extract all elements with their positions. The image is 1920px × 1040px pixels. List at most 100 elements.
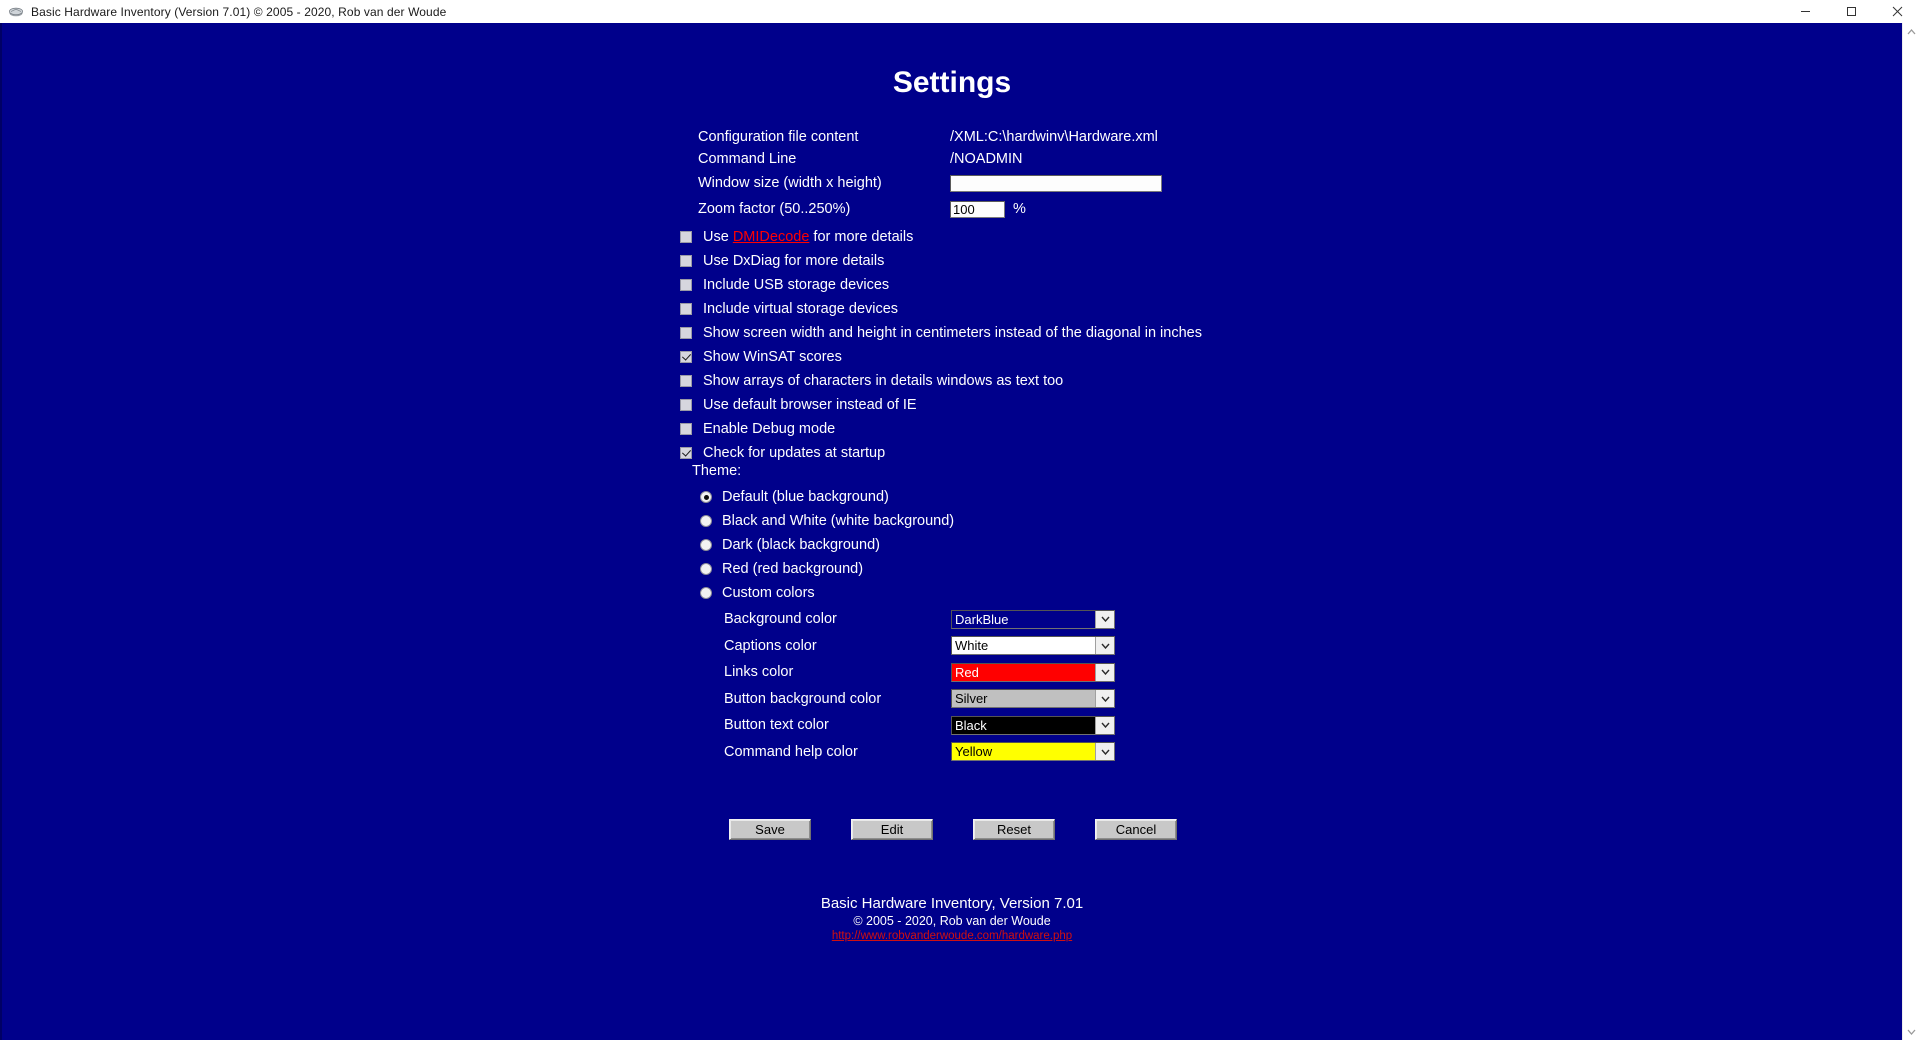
- checkbox-label-virtual-storage: Include virtual storage devices: [703, 301, 899, 317]
- color-row-button-text: Button text color Black: [724, 712, 1115, 739]
- chevron-down-icon[interactable]: [1095, 637, 1114, 655]
- checkbox-virtual-storage[interactable]: [680, 303, 692, 315]
- radio-theme-dark[interactable]: [700, 539, 712, 551]
- checkbox-dxdiag[interactable]: [680, 255, 692, 267]
- chevron-down-icon[interactable]: [1095, 716, 1114, 734]
- save-button[interactable]: Save: [729, 819, 811, 840]
- color-row-captions: Captions color White: [724, 633, 1115, 660]
- checkbox-row-dmidecode[interactable]: Use DMIDecode for more details: [680, 225, 1202, 249]
- radio-label-theme-dark: Dark (black background): [722, 537, 880, 553]
- checkbox-char-arrays[interactable]: [680, 375, 692, 387]
- checkbox-winsat-scores[interactable]: [680, 351, 692, 363]
- custom-colors-list: Background color DarkBlue Captions color…: [724, 606, 1115, 765]
- maximize-button[interactable]: [1828, 0, 1874, 23]
- radio-row-theme-dark[interactable]: Dark (black background): [700, 533, 954, 557]
- dmidecode-link[interactable]: DMIDecode: [733, 229, 810, 245]
- window-size-input[interactable]: [950, 174, 1162, 192]
- footer-website-link[interactable]: http://www.robvanderwoude.com/hardware.p…: [2, 930, 1902, 942]
- checkbox-row-virtual-storage[interactable]: Include virtual storage devices: [680, 297, 1202, 321]
- checkbox-screen-centimeters[interactable]: [680, 327, 692, 339]
- checkbox-default-browser[interactable]: [680, 399, 692, 411]
- footer-copyright: © 2005 - 2020, Rob van der Woude: [853, 914, 1051, 928]
- links-color-label: Links color: [724, 664, 794, 681]
- checkbox-row-default-browser[interactable]: Use default browser instead of IE: [680, 393, 1202, 417]
- checkbox-label-debug-mode: Enable Debug mode: [703, 421, 836, 437]
- color-row-background: Background color DarkBlue: [724, 606, 1115, 633]
- info-block: Configuration file content /XML:C:\hardw…: [698, 126, 1162, 222]
- color-row-command-help: Command help color Yellow: [724, 739, 1115, 766]
- radio-theme-black-and-white[interactable]: [700, 515, 712, 527]
- dmidecode-text-before: Use: [703, 229, 733, 245]
- scroll-down-button[interactable]: [1903, 1023, 1920, 1040]
- close-button[interactable]: [1874, 0, 1920, 23]
- checkbox-dmidecode[interactable]: [680, 231, 692, 243]
- page-title: Settings: [892, 66, 1012, 99]
- checkbox-row-dxdiag[interactable]: Use DxDiag for more details: [680, 249, 1202, 273]
- radio-row-theme-red[interactable]: Red (red background): [700, 557, 954, 581]
- radio-theme-custom[interactable]: [700, 587, 712, 599]
- background-color-select[interactable]: DarkBlue: [951, 609, 1115, 629]
- chevron-down-icon[interactable]: [1095, 690, 1114, 708]
- radio-label-theme-custom: Custom colors: [722, 585, 815, 601]
- radio-row-theme-custom[interactable]: Custom colors: [700, 581, 954, 605]
- links-color-select[interactable]: Red: [951, 662, 1115, 682]
- checkbox-check-updates[interactable]: [680, 447, 692, 459]
- config-file-label: Configuration file content: [698, 129, 859, 145]
- vertical-scrollbar[interactable]: [1902, 23, 1920, 1040]
- info-row-zoom-factor: Zoom factor (50..250%) %: [698, 196, 1162, 222]
- background-color-label: Background color: [724, 611, 837, 628]
- links-color-value: Red: [952, 663, 1095, 681]
- command-line-label: Command Line: [698, 151, 797, 167]
- checkbox-label-check-updates: Check for updates at startup: [703, 445, 886, 461]
- radio-theme-red[interactable]: [700, 563, 712, 575]
- radio-row-theme-default[interactable]: Default (blue background): [700, 485, 954, 509]
- checkbox-debug-mode[interactable]: [680, 423, 692, 435]
- command-line-value: /NOADMIN: [950, 151, 1023, 167]
- zoom-factor-input[interactable]: [950, 200, 1005, 218]
- cancel-button[interactable]: Cancel: [1095, 819, 1177, 840]
- command-help-color-value: Yellow: [952, 743, 1095, 761]
- theme-section-label: Theme:: [692, 463, 742, 479]
- window-size-label: Window size (width x height): [698, 175, 882, 191]
- button-background-color-select[interactable]: Silver: [951, 689, 1115, 709]
- chevron-down-icon[interactable]: [1095, 663, 1114, 681]
- checkbox-row-screen-centimeters[interactable]: Show screen width and height in centimet…: [680, 321, 1202, 345]
- radio-label-theme-black-and-white: Black and White (white background): [722, 513, 955, 529]
- button-background-color-value: Silver: [952, 690, 1095, 708]
- captions-color-value: White: [952, 637, 1095, 655]
- options-checkbox-list: Use DMIDecode for more details Use DxDia…: [680, 225, 1202, 465]
- radio-label-theme-red: Red (red background): [722, 561, 864, 577]
- info-row-command-line: Command Line /NOADMIN: [698, 148, 1162, 170]
- color-row-button-background: Button background color Silver: [724, 686, 1115, 713]
- application-window: Basic Hardware Inventory (Version 7.01) …: [0, 0, 1920, 1040]
- checkbox-label-screen-centimeters: Show screen width and height in centimet…: [703, 325, 1202, 341]
- captions-color-select[interactable]: White: [951, 636, 1115, 656]
- scroll-up-button[interactable]: [1903, 23, 1920, 40]
- config-file-value: /XML:C:\hardwinv\Hardware.xml: [950, 129, 1158, 145]
- minimize-button[interactable]: [1782, 0, 1828, 23]
- checkbox-row-usb-storage[interactable]: Include USB storage devices: [680, 273, 1202, 297]
- checkbox-label-winsat-scores: Show WinSAT scores: [703, 349, 842, 365]
- checkbox-label-default-browser: Use default browser instead of IE: [703, 397, 917, 413]
- title-bar: Basic Hardware Inventory (Version 7.01) …: [0, 0, 1920, 24]
- background-color-value: DarkBlue: [952, 610, 1095, 628]
- checkbox-row-winsat-scores[interactable]: Show WinSAT scores: [680, 345, 1202, 369]
- action-buttons: Save Edit Reset Cancel: [729, 819, 1177, 840]
- checkbox-row-check-updates[interactable]: Check for updates at startup: [680, 441, 1202, 465]
- chevron-down-icon[interactable]: [1095, 743, 1114, 761]
- settings-content: Settings Configuration file content /XML…: [0, 23, 1905, 1040]
- edit-button[interactable]: Edit: [851, 819, 933, 840]
- radio-theme-default[interactable]: [700, 491, 712, 503]
- checkbox-usb-storage[interactable]: [680, 279, 692, 291]
- button-text-color-select[interactable]: Black: [951, 715, 1115, 735]
- checkbox-row-char-arrays[interactable]: Show arrays of characters in details win…: [680, 369, 1202, 393]
- dmidecode-text-after: for more details: [809, 229, 914, 245]
- reset-button[interactable]: Reset: [973, 819, 1055, 840]
- footer-app-version: Basic Hardware Inventory, Version 7.01: [820, 895, 1084, 912]
- checkbox-row-debug-mode[interactable]: Enable Debug mode: [680, 417, 1202, 441]
- checkbox-label-dxdiag: Use DxDiag for more details: [703, 253, 885, 269]
- command-help-color-select[interactable]: Yellow: [951, 742, 1115, 762]
- checkbox-label-usb-storage: Include USB storage devices: [703, 277, 890, 293]
- radio-row-theme-black-and-white[interactable]: Black and White (white background): [700, 509, 954, 533]
- chevron-down-icon[interactable]: [1095, 610, 1114, 628]
